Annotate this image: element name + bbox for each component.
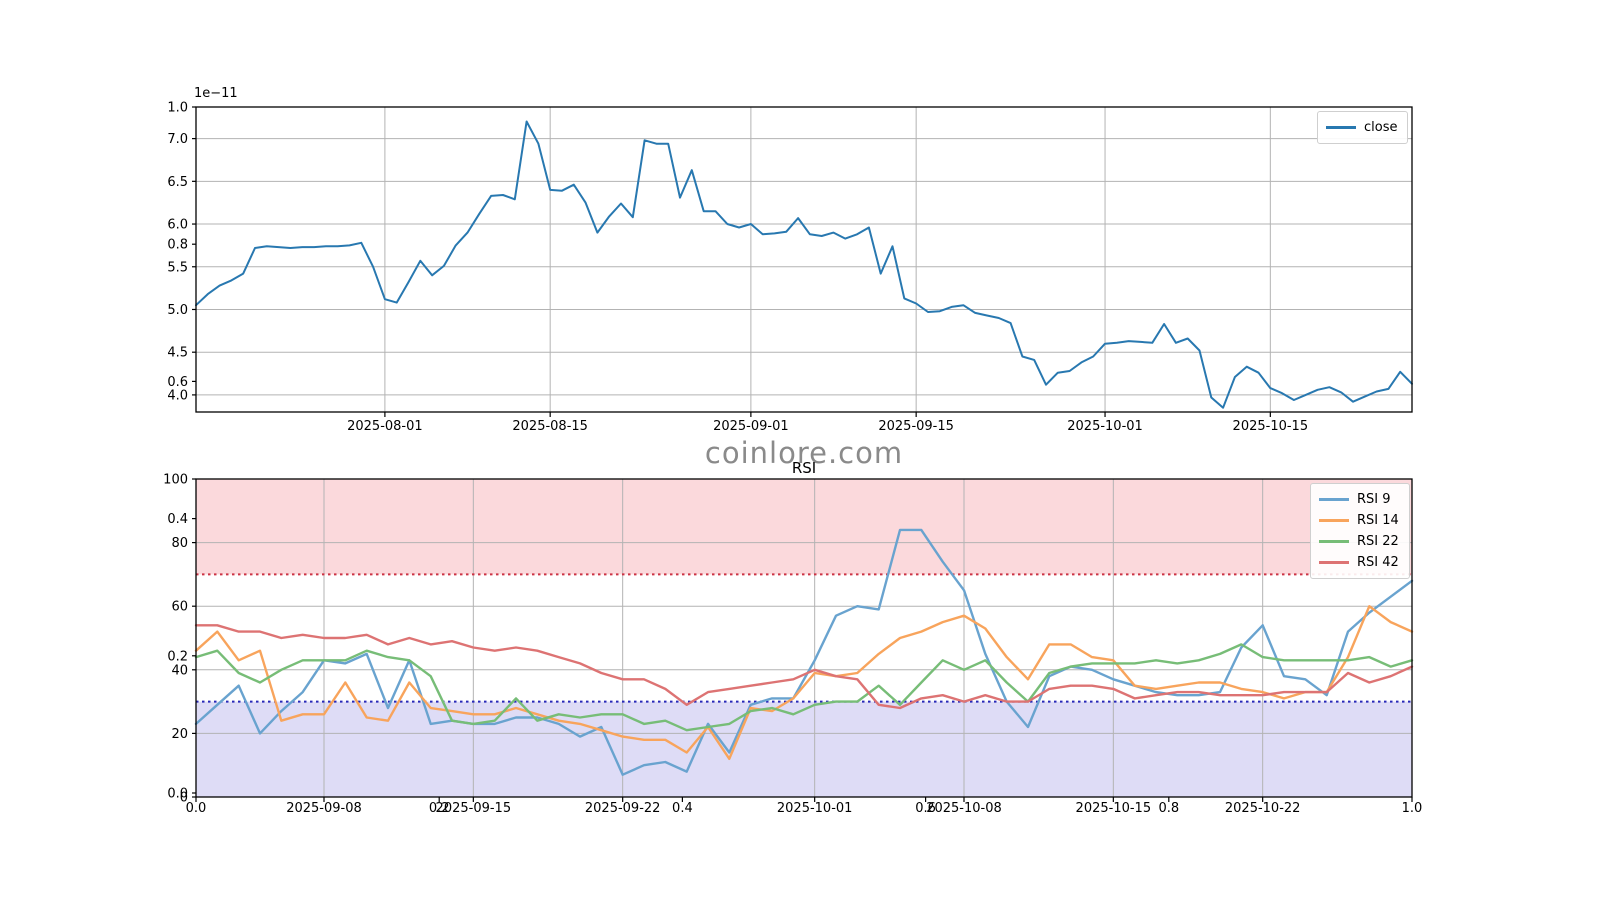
x-tick-label: 2025-09-08 bbox=[286, 801, 362, 816]
rsi-42-line bbox=[194, 624, 1414, 710]
x-tick-label: 2025-09-15 bbox=[878, 419, 954, 434]
axes-spines bbox=[195, 106, 1413, 413]
overlay-x-tick-label: 0.8 bbox=[1158, 801, 1179, 816]
legend-entry-rsi-42: RSI 42 bbox=[1319, 552, 1399, 573]
legend-line-swatch bbox=[1319, 519, 1349, 522]
y-axis-offset-label: 1e−11 bbox=[194, 86, 238, 101]
y-tick-label: 20 bbox=[171, 727, 188, 742]
legend-line-swatch bbox=[1319, 540, 1349, 543]
legend-entry-rsi-9: RSI 9 bbox=[1319, 489, 1399, 510]
rsi-chart-title: RSI bbox=[791, 459, 817, 477]
y-tick-label: 60 bbox=[171, 600, 188, 615]
legend-entry-rsi-14: RSI 14 bbox=[1319, 510, 1399, 531]
x-tick-label: 2025-10-01 bbox=[1067, 419, 1143, 434]
x-tick-label: 2025-10-01 bbox=[777, 801, 853, 816]
x-tick-label: 2025-09-22 bbox=[585, 801, 661, 816]
legend-entry-close: close bbox=[1326, 117, 1397, 138]
x-tick-label: 2025-08-01 bbox=[347, 419, 423, 434]
close-line bbox=[195, 120, 1413, 409]
oversold-band bbox=[196, 701, 1412, 797]
x-tick-label: 2025-10-08 bbox=[926, 801, 1002, 816]
x-tick-label: 2025-10-15 bbox=[1233, 419, 1309, 434]
y-tick-label: 5.0 bbox=[167, 303, 188, 318]
overlay-y-tick-label: 1.0 bbox=[167, 101, 188, 116]
overlay-x-tick-label: 0.6 bbox=[915, 801, 936, 816]
y-tick-label: 5.5 bbox=[167, 260, 188, 275]
legend-label: RSI 9 bbox=[1357, 492, 1391, 507]
overlay-x-tick-label: 0.2 bbox=[429, 801, 450, 816]
y-tick-label: 80 bbox=[171, 536, 188, 551]
rsi-legend: RSI 9 RSI 14 RSI 22 RSI 42 bbox=[1310, 483, 1410, 579]
overlay-y-tick-label: 0.2 bbox=[167, 649, 188, 664]
overlay-x-tick-label: 0.4 bbox=[672, 801, 693, 816]
overlay-y-tick-label: 0.4 bbox=[167, 512, 188, 527]
close-legend: close bbox=[1317, 111, 1409, 144]
y-tick-label: 7.0 bbox=[167, 132, 188, 147]
y-tick-label: 4.0 bbox=[167, 388, 188, 403]
y-tick-label: 4.5 bbox=[167, 346, 188, 361]
x-tick-label: 2025-10-15 bbox=[1076, 801, 1152, 816]
overlay-x-tick-label: 0.0 bbox=[186, 801, 207, 816]
x-tick-label: 2025-10-22 bbox=[1225, 801, 1301, 816]
legend-entry-rsi-22: RSI 22 bbox=[1319, 531, 1399, 552]
legend-label: RSI 14 bbox=[1357, 513, 1399, 528]
y-tick-label: 6.5 bbox=[167, 175, 188, 190]
x-tick-label: 2025-09-01 bbox=[713, 419, 789, 434]
legend-label: close bbox=[1364, 120, 1398, 135]
legend-line-swatch bbox=[1319, 561, 1349, 564]
overlay-y-tick-label: 0.8 bbox=[167, 238, 188, 253]
y-tick-label: 40 bbox=[171, 663, 188, 678]
x-tick-label: 2025-08-15 bbox=[512, 419, 588, 434]
legend-label: RSI 22 bbox=[1357, 534, 1399, 549]
overlay-y-tick-label: 0.6 bbox=[167, 375, 188, 390]
y-tick-label: 6.0 bbox=[167, 218, 188, 233]
legend-label: RSI 42 bbox=[1357, 555, 1399, 570]
overlay-y-tick-label: 0.0 bbox=[167, 787, 188, 802]
overbought-band bbox=[196, 479, 1412, 575]
legend-line-swatch bbox=[1319, 498, 1349, 501]
figure: 7.0 6.5 6.0 5.5 5.0 4.5 4.0 2025-08-01 2025-08-1… bbox=[0, 0, 1600, 900]
legend-line-swatch bbox=[1326, 126, 1356, 129]
overlay-x-tick-label: 1.0 bbox=[1402, 801, 1423, 816]
